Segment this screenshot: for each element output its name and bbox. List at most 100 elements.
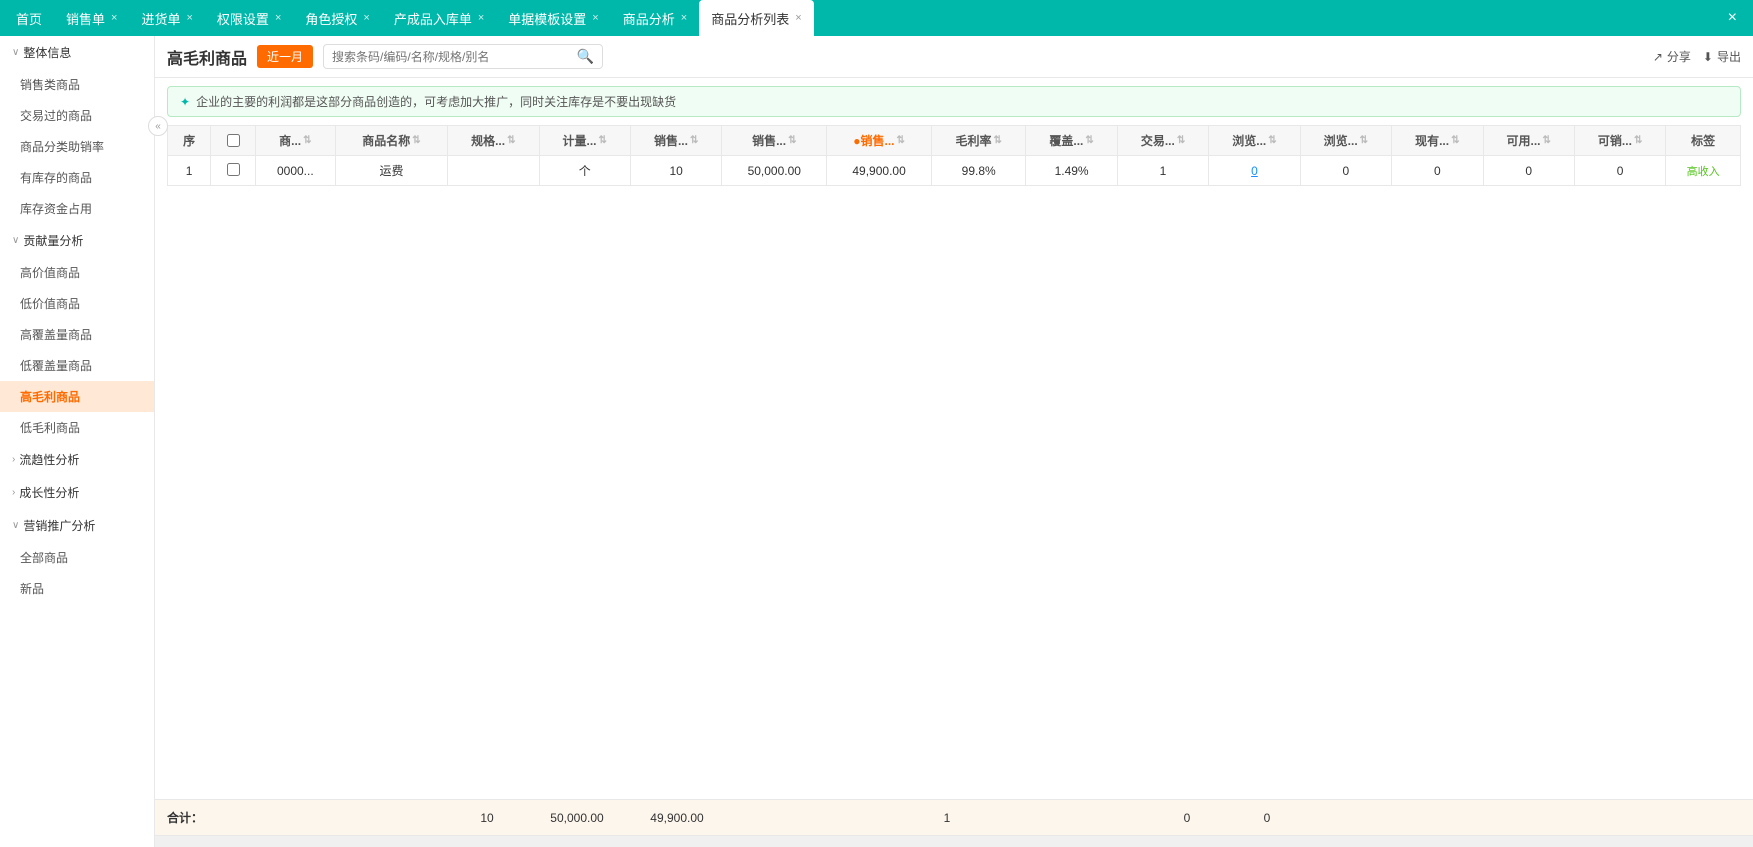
cell-available: 0: [1483, 156, 1574, 186]
tab-template[interactable]: 单据模板设置 ×: [496, 0, 610, 36]
sidebar-item-in-stock[interactable]: 有库存的商品: [0, 162, 154, 193]
sort-icon-13: ⇅: [1451, 135, 1459, 146]
share-button[interactable]: ↗ 分享: [1653, 48, 1691, 65]
col-saleable[interactable]: 可销...⇅: [1574, 126, 1665, 156]
footer-label: 合计：: [167, 809, 247, 826]
tab-production-close[interactable]: ×: [478, 12, 484, 24]
export-icon: ⬇: [1703, 50, 1713, 64]
sidebar-group-overall[interactable]: ∨ 整体信息: [0, 36, 154, 69]
horizontal-scrollbar[interactable]: [155, 835, 1753, 847]
sidebar-item-all-goods[interactable]: 全部商品: [0, 542, 154, 573]
tab-analysis[interactable]: 商品分析 ×: [611, 0, 699, 36]
col-current-stock[interactable]: 现有...⇅: [1392, 126, 1483, 156]
sort-icon-8: ⇅: [994, 135, 1002, 146]
browse1-link[interactable]: 0: [1251, 164, 1258, 178]
col-code[interactable]: 商...⇅: [255, 126, 335, 156]
export-button[interactable]: ⬇ 导出: [1703, 48, 1741, 65]
data-table: 序 商...⇅ 商品名称⇅ 规格...⇅ 计量...⇅ 销售...⇅ 销售...…: [167, 125, 1741, 186]
search-icon[interactable]: 🔍: [577, 48, 594, 65]
cell-checkbox[interactable]: [211, 156, 256, 186]
sidebar-group-contribution[interactable]: ∨ 贡献量分析: [0, 224, 154, 257]
sidebar-item-high-coverage[interactable]: 高覆盖量商品: [0, 319, 154, 350]
footer-spacer: [247, 811, 447, 825]
col-sales-profit[interactable]: ●销售...⇅: [827, 126, 932, 156]
col-unit[interactable]: 计量...⇅: [539, 126, 630, 156]
tab-permission[interactable]: 权限设置 ×: [205, 0, 293, 36]
sort-icon: ⇅: [303, 135, 311, 146]
col-browse1[interactable]: 浏览...⇅: [1209, 126, 1300, 156]
sidebar-item-high-value[interactable]: 高价值商品: [0, 257, 154, 288]
col-tag[interactable]: 标签: [1666, 126, 1741, 156]
cell-transaction: 1: [1117, 156, 1208, 186]
col-sales-qty[interactable]: 销售...⇅: [630, 126, 721, 156]
tab-sales[interactable]: 销售单 ×: [54, 0, 129, 36]
chevron-down-icon: ∨: [12, 47, 19, 58]
sort-icon-7: ⇅: [897, 135, 905, 146]
col-spec[interactable]: 规格...⇅: [448, 126, 539, 156]
sidebar-item-new-goods[interactable]: 新品: [0, 573, 154, 604]
col-name[interactable]: 商品名称⇅: [335, 126, 447, 156]
info-banner: ✦ 企业的主要的利润都是这部分商品创造的，可考虑加大推广，同时关注库存是不要出现…: [167, 86, 1741, 117]
tab-home[interactable]: 首页: [4, 0, 54, 36]
cell-browse2: 0: [1300, 156, 1391, 186]
col-coverage[interactable]: 覆盖...⇅: [1026, 126, 1117, 156]
col-browse2[interactable]: 浏览...⇅: [1300, 126, 1391, 156]
cell-unit: 个: [539, 156, 630, 186]
footer-total-bar: 合计： 10 50,000.00 49,900.00 1 0 0: [155, 799, 1753, 835]
header-actions: ↗ 分享 ⬇ 导出: [1653, 48, 1741, 65]
sort-icon-10: ⇅: [1177, 135, 1185, 146]
footer-available: 0: [1227, 811, 1307, 825]
sidebar-item-high-margin[interactable]: 高毛利商品: [0, 381, 154, 412]
row-checkbox[interactable]: [227, 163, 240, 176]
col-sales-amount[interactable]: 销售...⇅: [722, 126, 827, 156]
col-gross-rate[interactable]: 毛利率⇅: [931, 126, 1025, 156]
sidebar-item-traded[interactable]: 交易过的商品: [0, 100, 154, 131]
footer-spacer3: [987, 811, 1067, 825]
sidebar-group-growth[interactable]: › 成长性分析: [0, 476, 154, 509]
footer-spacer2: [727, 811, 907, 825]
tab-sales-close[interactable]: ×: [111, 12, 117, 24]
tab-purchase[interactable]: 进货单 ×: [129, 0, 204, 36]
period-button[interactable]: 近一月: [257, 45, 313, 68]
cell-browse1[interactable]: 0: [1209, 156, 1300, 186]
sidebar-item-category-rate[interactable]: 商品分类助销率: [0, 131, 154, 162]
search-input[interactable]: [332, 50, 573, 64]
footer-spacer4: [1067, 811, 1147, 825]
sidebar-item-sales-goods[interactable]: 销售类商品: [0, 69, 154, 100]
col-checkbox[interactable]: [211, 126, 256, 156]
cell-gross-rate: 99.8%: [931, 156, 1025, 186]
sidebar-item-low-coverage[interactable]: 低覆盖量商品: [0, 350, 154, 381]
sort-icon-12: ⇅: [1360, 135, 1368, 146]
col-available[interactable]: 可用...⇅: [1483, 126, 1574, 156]
col-transaction[interactable]: 交易...⇅: [1117, 126, 1208, 156]
content-area: 高毛利商品 近一月 🔍 ↗ 分享 ⬇ 导出 ✦ 企业的主要的利润都是这部分商品创…: [155, 36, 1753, 847]
sidebar-item-stock-capital[interactable]: 库存资金占用: [0, 193, 154, 224]
sort-icon-6: ⇅: [788, 135, 796, 146]
select-all-checkbox[interactable]: [227, 134, 240, 147]
sidebar-group-trend[interactable]: › 流趋性分析: [0, 443, 154, 476]
sort-icon-11: ⇅: [1268, 135, 1276, 146]
data-table-wrapper: 序 商...⇅ 商品名称⇅ 规格...⇅ 计量...⇅ 销售...⇅ 销售...…: [155, 125, 1753, 799]
tab-role[interactable]: 角色授权 ×: [293, 0, 381, 36]
cell-seq: 1: [168, 156, 211, 186]
tab-purchase-close[interactable]: ×: [186, 12, 192, 24]
sidebar-collapse-button[interactable]: «: [148, 116, 168, 136]
cell-tag: 高收入: [1666, 156, 1741, 186]
tag-badge: 高收入: [1687, 166, 1720, 178]
footer-cells: 10 50,000.00 49,900.00 1 0 0: [247, 811, 1741, 825]
sidebar-group-marketing[interactable]: ∨ 营销推广分析: [0, 509, 154, 542]
cell-sales-profit: 49,900.00: [827, 156, 932, 186]
tab-template-close[interactable]: ×: [592, 12, 598, 24]
sidebar-item-low-margin[interactable]: 低毛利商品: [0, 412, 154, 443]
sidebar-item-low-value[interactable]: 低价值商品: [0, 288, 154, 319]
footer-current-stock: 0: [1147, 811, 1227, 825]
tab-analysis-list[interactable]: 商品分析列表 ×: [699, 0, 813, 36]
search-box: 🔍: [323, 44, 603, 69]
tab-analysis-list-close[interactable]: ×: [795, 12, 801, 24]
footer-sales-qty: 10: [447, 811, 527, 825]
tab-analysis-close[interactable]: ×: [681, 12, 687, 24]
tab-production[interactable]: 产成品入库单 ×: [382, 0, 496, 36]
tab-permission-close[interactable]: ×: [275, 12, 281, 24]
tab-role-close[interactable]: ×: [363, 12, 369, 24]
window-close-button[interactable]: ×: [1716, 9, 1749, 27]
